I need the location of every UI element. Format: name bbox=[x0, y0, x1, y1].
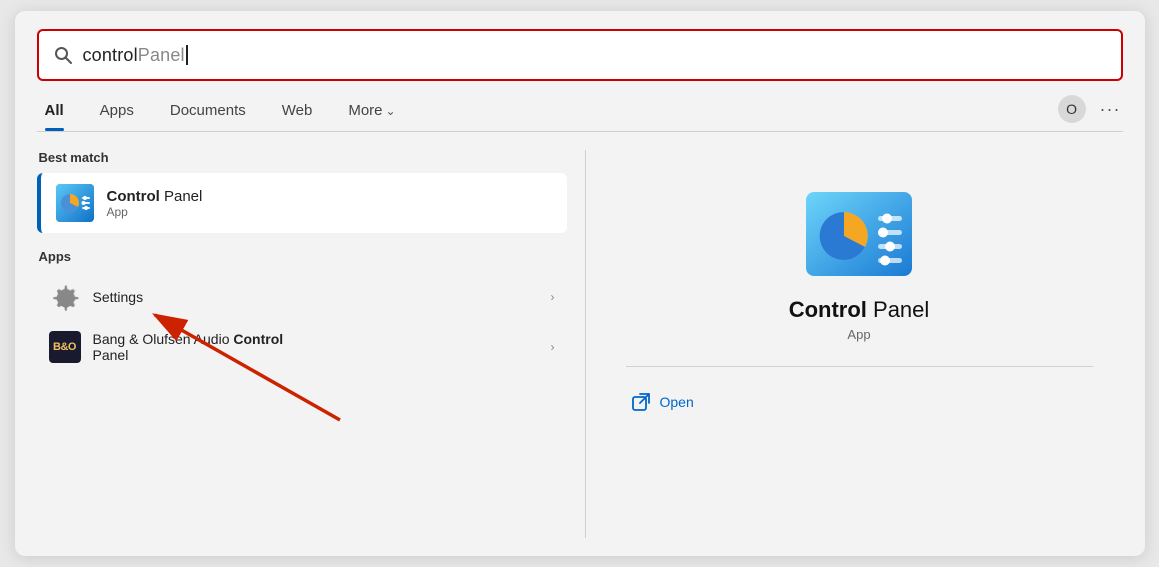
chevron-down-icon: ⌄ bbox=[386, 104, 396, 118]
bo-chevron-icon: › bbox=[551, 340, 555, 354]
settings-chevron-icon: › bbox=[551, 290, 555, 304]
control-panel-icon-large bbox=[804, 190, 914, 283]
open-external-icon bbox=[632, 393, 650, 411]
best-match-item[interactable]: Control Panel App bbox=[37, 173, 567, 233]
search-bar[interactable]: controlPanel bbox=[37, 29, 1123, 81]
left-panel: Best match bbox=[37, 150, 577, 538]
tab-web[interactable]: Web bbox=[264, 95, 331, 131]
search-icon bbox=[53, 45, 73, 65]
search-value-bold: control bbox=[83, 45, 138, 66]
best-match-info: Control Panel App bbox=[107, 188, 203, 219]
right-panel-divider bbox=[626, 366, 1093, 367]
settings-app-item[interactable]: Settings › bbox=[37, 272, 567, 322]
bo-icon: B&O bbox=[49, 331, 81, 363]
bo-audio-app-item[interactable]: B&O Bang & Olufsen Audio ControlPanel › bbox=[37, 322, 567, 372]
text-cursor bbox=[186, 45, 188, 65]
settings-icon bbox=[49, 281, 81, 313]
apps-section-label: Apps bbox=[37, 249, 567, 264]
best-match-subtitle: App bbox=[107, 205, 203, 219]
best-match-label: Best match bbox=[37, 150, 567, 165]
right-panel-title: Control Panel bbox=[789, 297, 930, 323]
control-panel-icon-small bbox=[55, 183, 95, 223]
open-button[interactable]: Open bbox=[626, 385, 1093, 419]
tabs-row: All Apps Documents Web More ⌄ O ··· bbox=[37, 95, 1123, 132]
bo-app-name: Bang & Olufsen Audio ControlPanel bbox=[93, 331, 539, 363]
right-panel: Control Panel App Open bbox=[596, 150, 1123, 538]
tab-more-label: More bbox=[348, 102, 382, 119]
tab-more[interactable]: More ⌄ bbox=[330, 95, 413, 131]
tab-documents[interactable]: Documents bbox=[152, 95, 264, 131]
more-options-button[interactable]: ··· bbox=[1098, 99, 1123, 120]
tab-apps[interactable]: Apps bbox=[82, 95, 152, 131]
cortana-button[interactable]: O bbox=[1058, 95, 1086, 123]
search-value-light: Panel bbox=[138, 45, 185, 66]
search-bar-container: controlPanel bbox=[37, 29, 1123, 81]
search-input[interactable]: controlPanel bbox=[83, 45, 188, 66]
open-label: Open bbox=[660, 394, 694, 410]
main-content: Best match bbox=[37, 150, 1123, 538]
settings-app-name: Settings bbox=[93, 289, 539, 305]
right-panel-subtitle: App bbox=[847, 327, 870, 342]
best-match-title: Control Panel bbox=[107, 188, 203, 205]
tab-all[interactable]: All bbox=[37, 95, 82, 131]
right-panel-actions: Open bbox=[626, 385, 1093, 419]
panel-divider bbox=[585, 150, 586, 538]
tabs-right-actions: O ··· bbox=[1058, 95, 1123, 131]
